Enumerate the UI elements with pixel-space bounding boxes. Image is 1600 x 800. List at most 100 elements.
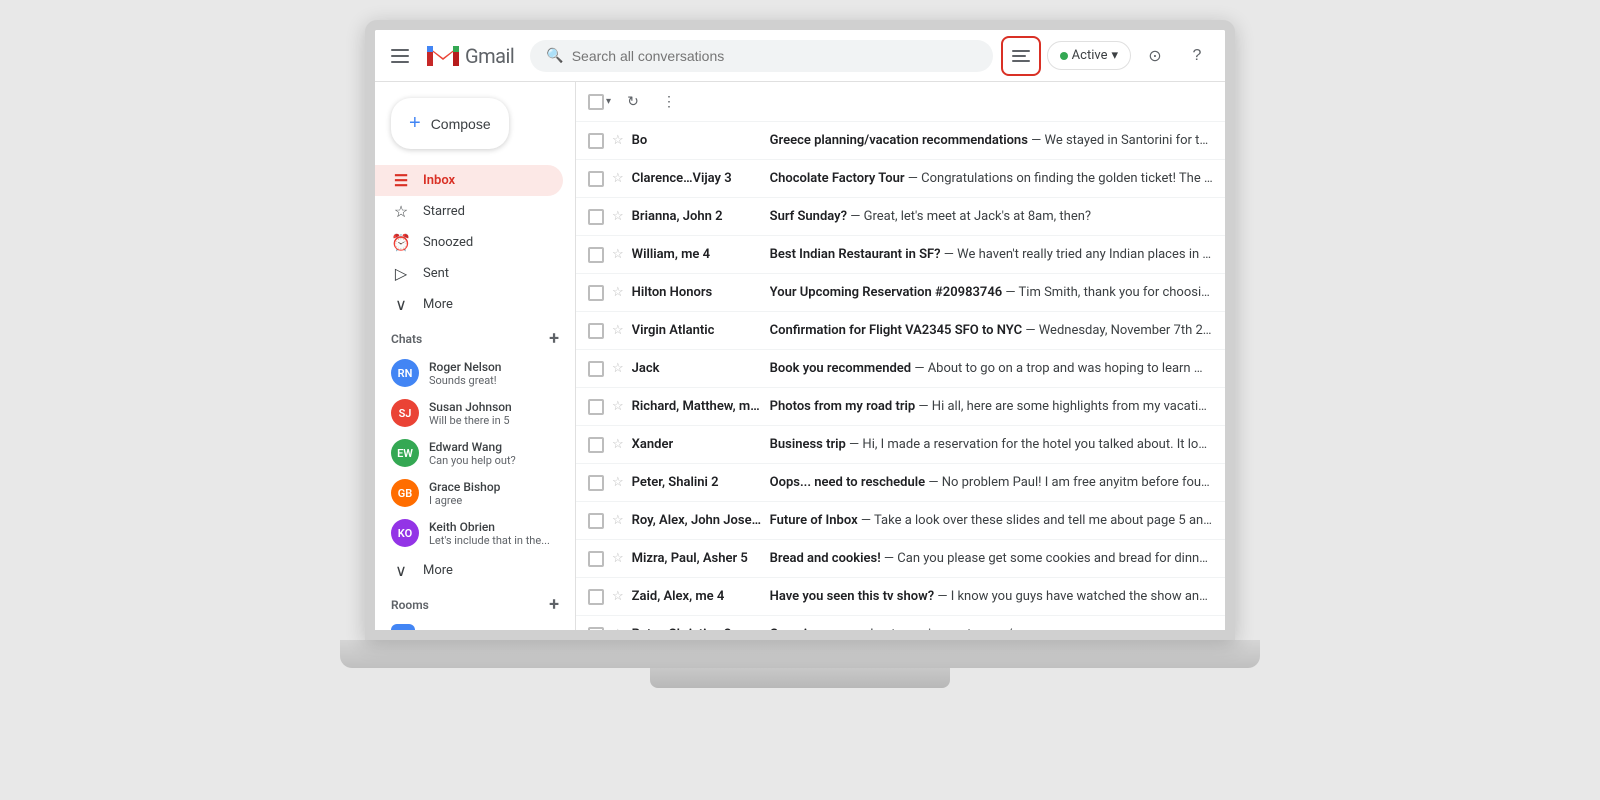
email-star-0[interactable]: ☆	[612, 133, 624, 148]
email-star-4[interactable]: ☆	[612, 285, 624, 300]
top-bar-actions: Active ▾ ⊙ ?	[1001, 36, 1215, 76]
email-checkbox-9[interactable]	[588, 475, 604, 491]
search-icon: 🔍	[546, 48, 563, 64]
more-icon: ∨	[391, 295, 411, 314]
email-checkbox-10[interactable]	[588, 513, 604, 529]
starred-label: Starred	[423, 204, 465, 219]
menu-button[interactable]	[385, 40, 417, 72]
chat-items: RN Roger Nelson Sounds great! SJ Susan J…	[375, 353, 575, 553]
email-row-5[interactable]: ☆ Virgin Atlantic Confirmation for Fligh…	[576, 312, 1225, 350]
chat-item-0[interactable]: RN Roger Nelson Sounds great!	[375, 353, 575, 393]
email-row-2[interactable]: ☆ Brianna, John 2 Surf Sunday? — Great, …	[576, 198, 1225, 236]
email-checkbox-1[interactable]	[588, 171, 604, 187]
email-star-2[interactable]: ☆	[612, 209, 624, 224]
chat-preview-2: Can you help out?	[429, 454, 516, 467]
email-star-10[interactable]: ☆	[612, 513, 624, 528]
email-row-4[interactable]: ☆ Hilton Honors Your Upcoming Reservatio…	[576, 274, 1225, 312]
email-sender-12: Zaid, Alex, me 4	[632, 589, 762, 604]
add-room-button[interactable]: +	[549, 594, 559, 615]
room-item-0[interactable]: D Design Team	[375, 619, 575, 630]
chat-item-2[interactable]: EW Edward Wang Can you help out?	[375, 433, 575, 473]
refresh-button[interactable]: ↻	[619, 88, 647, 116]
nav-item-snoozed[interactable]: ⏰ Snoozed	[375, 227, 563, 258]
chat-name-1: Susan Johnson	[429, 400, 512, 414]
email-checkbox-5[interactable]	[588, 323, 604, 339]
email-checkbox-0[interactable]	[588, 133, 604, 149]
search-bar[interactable]: 🔍	[530, 40, 992, 72]
email-star-3[interactable]: ☆	[612, 247, 624, 262]
laptop-base	[340, 640, 1260, 668]
email-sender-11: Mizra, Paul, Asher 5	[632, 551, 762, 566]
email-star-9[interactable]: ☆	[612, 475, 624, 490]
email-row-10[interactable]: ☆ Roy, Alex, John Jose 5 Future of Inbox…	[576, 502, 1225, 540]
chat-avatar-0: RN	[391, 359, 419, 387]
add-chat-button[interactable]: +	[549, 328, 559, 349]
email-subject-13: Camping — www.bestcampingspots.com/ca	[770, 627, 1213, 630]
email-star-1[interactable]: ☆	[612, 171, 624, 186]
nav-item-starred[interactable]: ☆ Starred	[375, 196, 563, 227]
email-row-0[interactable]: ☆ Bo Greece planning/vacation recommenda…	[576, 122, 1225, 160]
email-checkbox-11[interactable]	[588, 551, 604, 567]
chat-info-3: Grace Bishop I agree	[429, 480, 500, 507]
help-button[interactable]: ?	[1179, 38, 1215, 74]
email-subject-11: Bread and cookies! — Can you please get …	[770, 551, 1213, 566]
chat-item-3[interactable]: GB Grace Bishop I agree	[375, 473, 575, 513]
room-icon-0: D	[391, 624, 415, 630]
email-checkbox-2[interactable]	[588, 209, 604, 225]
email-row-12[interactable]: ☆ Zaid, Alex, me 4 Have you seen this tv…	[576, 578, 1225, 616]
select-all-area[interactable]: ▾	[588, 94, 611, 110]
email-star-11[interactable]: ☆	[612, 551, 624, 566]
email-checkbox-6[interactable]	[588, 361, 604, 377]
active-status-button[interactable]: Active ▾	[1047, 41, 1131, 70]
email-star-6[interactable]: ☆	[612, 361, 624, 376]
compose-plus-icon: +	[409, 112, 421, 135]
chat-avatar-1: SJ	[391, 399, 419, 427]
email-subject-8: Business trip — Hi, I made a reservation…	[770, 437, 1213, 452]
chat-preview-1: Will be there in 5	[429, 414, 512, 427]
more-options-button[interactable]: ⋮	[655, 88, 683, 116]
email-row-11[interactable]: ☆ Mizra, Paul, Asher 5 Bread and cookies…	[576, 540, 1225, 578]
email-row-13[interactable]: ☆ Peter, Christina 3 Camping — www.bestc…	[576, 616, 1225, 630]
email-checkbox-8[interactable]	[588, 437, 604, 453]
email-sender-1: Clarence…Vijay 3	[632, 171, 762, 186]
email-subject-12: Have you seen this tv show? — I know you…	[770, 589, 1213, 604]
chat-preview-3: I agree	[429, 494, 500, 507]
email-checkbox-4[interactable]	[588, 285, 604, 301]
sent-label: Sent	[423, 266, 449, 281]
email-row-8[interactable]: ☆ Xander Business trip — Hi, I made a re…	[576, 426, 1225, 464]
email-star-5[interactable]: ☆	[612, 323, 624, 338]
compose-button[interactable]: + Compose	[391, 98, 509, 149]
email-row-9[interactable]: ☆ Peter, Shalini 2 Oops... need to resch…	[576, 464, 1225, 502]
chat-item-4[interactable]: KO Keith Obrien Let's include that in th…	[375, 513, 575, 553]
more-label: More	[423, 297, 453, 312]
email-checkbox-3[interactable]	[588, 247, 604, 263]
email-star-12[interactable]: ☆	[612, 589, 624, 604]
search-input[interactable]	[572, 48, 977, 64]
email-row-6[interactable]: ☆ Jack Book you recommended — About to g…	[576, 350, 1225, 388]
active-dot	[1060, 52, 1068, 60]
email-checkbox-12[interactable]	[588, 589, 604, 605]
chat-item-1[interactable]: SJ Susan Johnson Will be there in 5	[375, 393, 575, 433]
laptop-stand	[650, 668, 950, 688]
nav-item-more[interactable]: ∨ More	[375, 289, 563, 320]
chats-more-item[interactable]: ∨ More	[375, 555, 563, 586]
email-star-7[interactable]: ☆	[612, 399, 624, 414]
density-button[interactable]	[1001, 36, 1041, 76]
nav-item-inbox[interactable]: ☰ Inbox	[375, 165, 563, 196]
select-dropdown-icon[interactable]: ▾	[606, 96, 611, 107]
email-row-3[interactable]: ☆ William, me 4 Best Indian Restaurant i…	[576, 236, 1225, 274]
active-label: Active	[1072, 48, 1108, 63]
email-star-8[interactable]: ☆	[612, 437, 624, 452]
chat-info-2: Edward Wang Can you help out?	[429, 440, 516, 467]
email-checkbox-7[interactable]	[588, 399, 604, 415]
email-row-1[interactable]: ☆ Clarence…Vijay 3 Chocolate Factory Tou…	[576, 160, 1225, 198]
email-sender-8: Xander	[632, 437, 762, 452]
nav-item-sent[interactable]: ▷ Sent	[375, 258, 563, 289]
account-button[interactable]: ⊙	[1137, 38, 1173, 74]
email-row-7[interactable]: ☆ Richard, Matthew, me 3 Photos from my …	[576, 388, 1225, 426]
email-rows: ☆ Bo Greece planning/vacation recommenda…	[576, 122, 1225, 630]
select-all-checkbox[interactable]	[588, 94, 604, 110]
email-star-13[interactable]: ☆	[612, 627, 624, 630]
gmail-logo: Gmail	[425, 42, 514, 70]
email-checkbox-13[interactable]	[588, 627, 604, 631]
